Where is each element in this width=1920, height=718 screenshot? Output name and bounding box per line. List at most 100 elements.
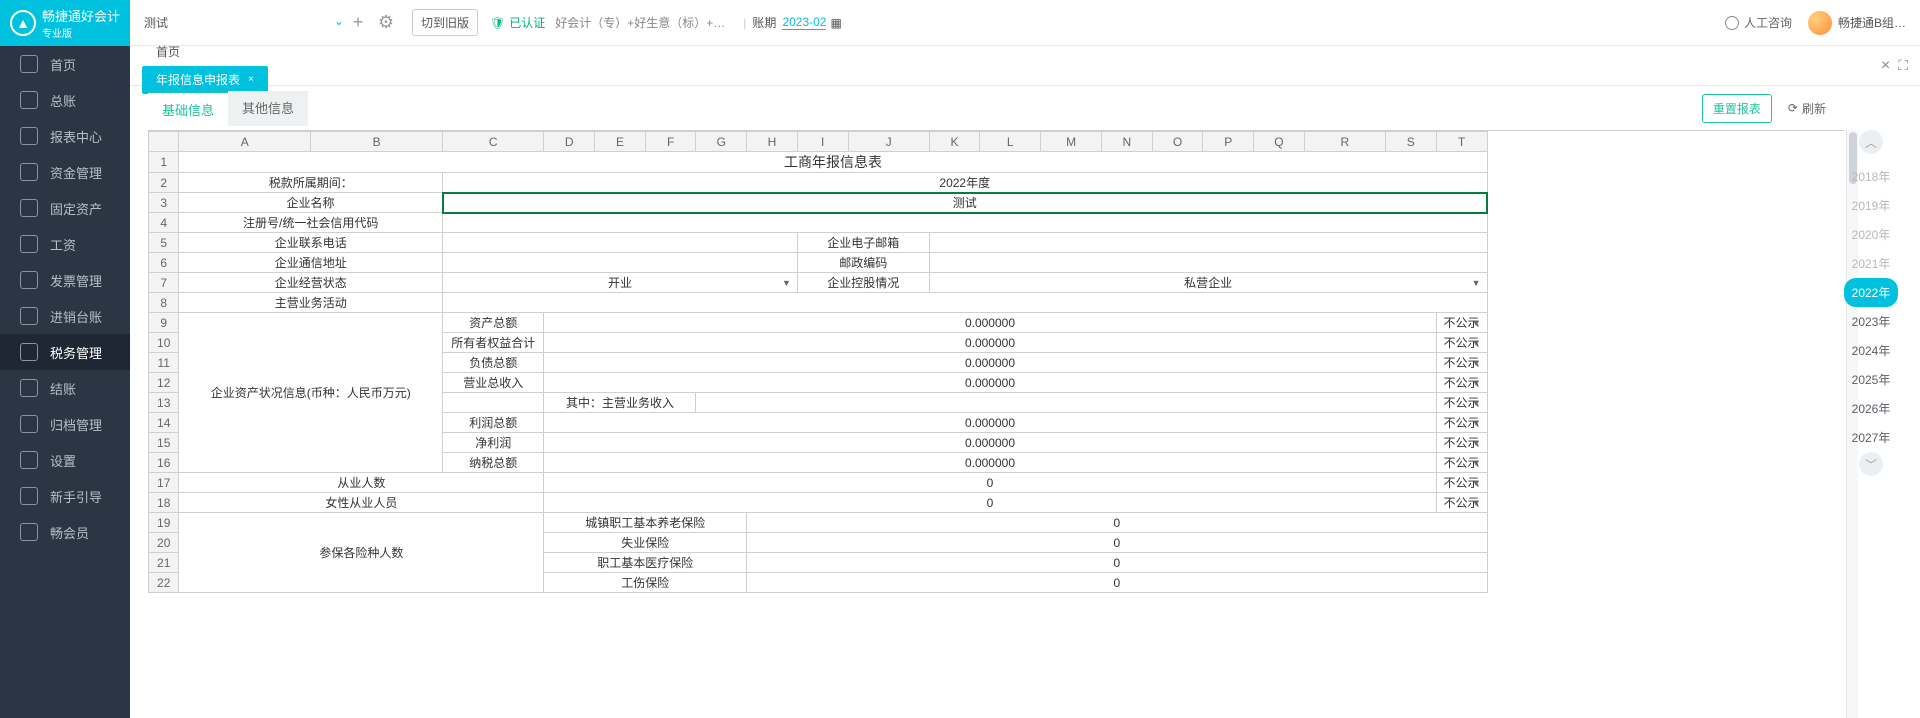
dropdown-cell[interactable]: 不公示▼ bbox=[1436, 393, 1487, 413]
spreadsheet[interactable]: ABCDEFGHIJKLMNOPQRST 1工商年报信息表2税款所属期间：202… bbox=[148, 130, 1844, 718]
row-number[interactable]: 13 bbox=[149, 393, 179, 413]
row-number[interactable]: 18 bbox=[149, 493, 179, 513]
value-cell[interactable] bbox=[443, 233, 798, 253]
reset-report-button[interactable]: 重置报表 bbox=[1702, 94, 1772, 123]
column-header[interactable]: Q bbox=[1254, 132, 1305, 152]
value-cell[interactable] bbox=[443, 213, 1487, 233]
tab-close-icon[interactable]: × bbox=[1881, 57, 1890, 75]
value-cell[interactable]: 0.000000 bbox=[544, 433, 1436, 453]
column-header[interactable]: J bbox=[848, 132, 929, 152]
year-option[interactable]: 2023年 bbox=[1844, 307, 1898, 336]
row-number[interactable]: 14 bbox=[149, 413, 179, 433]
dropdown-cell[interactable]: 不公示▼ bbox=[1436, 493, 1487, 513]
column-header[interactable]: H bbox=[747, 132, 798, 152]
value-cell[interactable]: 0 bbox=[747, 553, 1487, 573]
sidebar-item[interactable]: 结账 bbox=[0, 370, 130, 406]
value-cell[interactable]: 0 bbox=[544, 493, 1436, 513]
sidebar-item[interactable]: 固定资产 bbox=[0, 190, 130, 226]
row-number[interactable]: 10 bbox=[149, 333, 179, 353]
row-number[interactable]: 19 bbox=[149, 513, 179, 533]
column-header[interactable]: B bbox=[311, 132, 443, 152]
company-selector[interactable]: 测试 ⌄ bbox=[144, 14, 344, 31]
row-number[interactable]: 11 bbox=[149, 353, 179, 373]
row-number[interactable]: 16 bbox=[149, 453, 179, 473]
gear-icon[interactable]: ⚙ bbox=[372, 9, 400, 37]
year-option[interactable]: 2018年 bbox=[1844, 162, 1898, 191]
calendar-icon[interactable]: ▦ bbox=[830, 16, 841, 30]
sidebar-item[interactable]: 畅会员 bbox=[0, 514, 130, 550]
sidebar-item[interactable]: 设置 bbox=[0, 442, 130, 478]
value-cell[interactable]: 0.000000 bbox=[544, 353, 1436, 373]
column-header[interactable]: I bbox=[797, 132, 848, 152]
year-option[interactable]: 2027年 bbox=[1844, 423, 1898, 452]
column-header[interactable]: O bbox=[1152, 132, 1203, 152]
value-cell[interactable] bbox=[443, 253, 798, 273]
column-header[interactable]: T bbox=[1436, 132, 1487, 152]
row-number[interactable]: 8 bbox=[149, 293, 179, 313]
sidebar-item[interactable]: 新手引导 bbox=[0, 478, 130, 514]
column-header[interactable]: N bbox=[1102, 132, 1153, 152]
column-header[interactable]: L bbox=[980, 132, 1041, 152]
sidebar-item[interactable]: 首页 bbox=[0, 46, 130, 82]
dropdown-cell[interactable]: 不公示▼ bbox=[1436, 433, 1487, 453]
sidebar-item[interactable]: 资金管理 bbox=[0, 154, 130, 190]
value-cell[interactable] bbox=[929, 233, 1487, 253]
year-option[interactable]: 2021年 bbox=[1844, 249, 1898, 278]
add-button[interactable]: + bbox=[344, 9, 372, 37]
column-header[interactable]: C bbox=[443, 132, 544, 152]
value-cell[interactable]: 0.000000 bbox=[544, 453, 1436, 473]
sidebar-item[interactable]: 进销台账 bbox=[0, 298, 130, 334]
column-header[interactable]: D bbox=[544, 132, 595, 152]
refresh-button[interactable]: ⟳ 刷新 bbox=[1788, 100, 1826, 117]
year-option[interactable]: 2024年 bbox=[1844, 336, 1898, 365]
value-cell[interactable]: 0 bbox=[747, 573, 1487, 593]
row-number[interactable]: 15 bbox=[149, 433, 179, 453]
dropdown-cell[interactable]: 不公示▼ bbox=[1436, 473, 1487, 493]
sidebar-item[interactable]: 税务管理 bbox=[0, 334, 130, 370]
sidebar-item[interactable]: 总账 bbox=[0, 82, 130, 118]
close-icon[interactable]: × bbox=[248, 74, 254, 85]
sidebar-item[interactable]: 工资 bbox=[0, 226, 130, 262]
dropdown-cell[interactable]: 不公示▼ bbox=[1436, 313, 1487, 333]
row-number[interactable]: 7 bbox=[149, 273, 179, 293]
row-number[interactable]: 21 bbox=[149, 553, 179, 573]
sidebar-item[interactable]: 报表中心 bbox=[0, 118, 130, 154]
year-scroll-up[interactable]: ︿ bbox=[1859, 130, 1883, 154]
period-selector[interactable]: 2023-02 bbox=[782, 15, 826, 30]
row-number[interactable]: 1 bbox=[149, 152, 179, 173]
column-header[interactable]: E bbox=[595, 132, 646, 152]
column-header[interactable]: K bbox=[929, 132, 980, 152]
row-number[interactable]: 22 bbox=[149, 573, 179, 593]
row-number[interactable]: 2 bbox=[149, 173, 179, 193]
row-number[interactable]: 3 bbox=[149, 193, 179, 213]
sidebar-item[interactable]: 归档管理 bbox=[0, 406, 130, 442]
row-number[interactable]: 12 bbox=[149, 373, 179, 393]
year-option[interactable]: 2026年 bbox=[1844, 394, 1898, 423]
row-number[interactable]: 5 bbox=[149, 233, 179, 253]
column-header[interactable]: R bbox=[1304, 132, 1385, 152]
year-scroll-down[interactable]: ﹀ bbox=[1859, 452, 1883, 476]
value-cell[interactable] bbox=[443, 293, 1487, 313]
dropdown-cell[interactable]: 私营企业▼ bbox=[929, 273, 1487, 293]
value-cell[interactable]: 0 bbox=[747, 533, 1487, 553]
subtab[interactable]: 基础信息 bbox=[148, 91, 228, 126]
sidebar-item[interactable]: 发票管理 bbox=[0, 262, 130, 298]
value-cell[interactable]: 0.000000 bbox=[544, 333, 1436, 353]
subtab[interactable]: 其他信息 bbox=[228, 91, 308, 126]
user-menu[interactable]: 畅捷通B组… bbox=[1808, 11, 1906, 35]
switch-old-button[interactable]: 切到旧版 bbox=[412, 9, 478, 36]
column-header[interactable]: A bbox=[179, 132, 311, 152]
year-option[interactable]: 2020年 bbox=[1844, 220, 1898, 249]
value-cell[interactable]: 0.000000 bbox=[544, 313, 1436, 333]
year-option[interactable]: 2025年 bbox=[1844, 365, 1898, 394]
row-number[interactable]: 4 bbox=[149, 213, 179, 233]
dropdown-cell[interactable]: 不公示▼ bbox=[1436, 453, 1487, 473]
dropdown-cell[interactable]: 不公示▼ bbox=[1436, 413, 1487, 433]
column-header[interactable]: F bbox=[645, 132, 696, 152]
year-option[interactable]: 2022年 bbox=[1844, 278, 1898, 307]
value-cell[interactable] bbox=[696, 393, 1436, 413]
consult-button[interactable]: 人工咨询 bbox=[1725, 14, 1792, 31]
dropdown-cell[interactable]: 开业▼ bbox=[443, 273, 798, 293]
tab[interactable]: 首页 bbox=[142, 38, 268, 66]
row-number[interactable]: 20 bbox=[149, 533, 179, 553]
